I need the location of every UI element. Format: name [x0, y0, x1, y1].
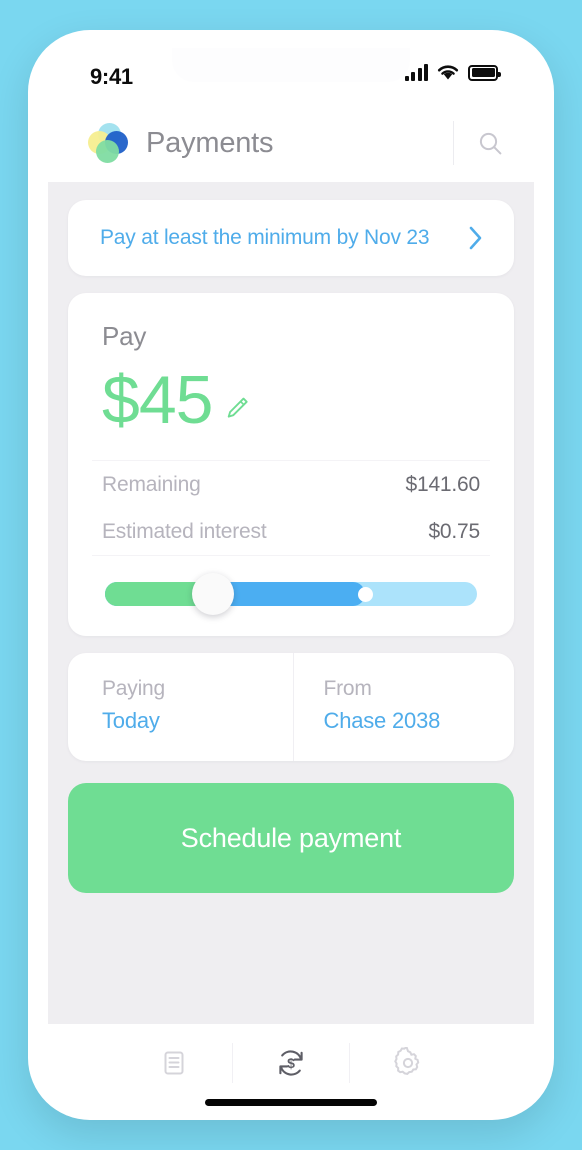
- phone-screen: 9:41 Payments Pay at least the minimum b…: [48, 48, 534, 1102]
- detail-value: $141.60: [405, 472, 480, 496]
- gear-icon: [394, 1047, 420, 1075]
- tab-statements[interactable]: [116, 1024, 232, 1102]
- schedule-payment-button[interactable]: Schedule payment: [68, 783, 514, 893]
- slider-handle[interactable]: [191, 573, 234, 615]
- svg-text:$: $: [287, 1055, 295, 1071]
- detail-value: $0.75: [428, 519, 480, 543]
- detail-label: Estimated interest: [102, 519, 267, 543]
- slider-track[interactable]: [105, 573, 477, 615]
- refresh-dollar-icon: $: [279, 1050, 303, 1076]
- pay-label: Pay: [102, 321, 147, 351]
- detail-row-remaining: Remaining $141.60: [68, 461, 514, 508]
- tab-payments[interactable]: $: [233, 1024, 349, 1102]
- battery-full-icon: [468, 64, 501, 81]
- meta-value: Chase 2038: [323, 708, 441, 733]
- bottom-tab-bar: $: [48, 1024, 534, 1102]
- payment-amount-slider[interactable]: [68, 556, 514, 636]
- tab-settings[interactable]: [350, 1024, 466, 1102]
- minimum-due-text: Pay at least the minimum by Nov 23: [100, 226, 430, 249]
- pay-card: Pay $45 Remaining $141.60 Estimated inte…: [68, 293, 514, 636]
- status-bar-icons: [404, 64, 501, 81]
- app-header: Payments: [48, 104, 534, 182]
- wifi-icon: [437, 65, 459, 80]
- from-account-selector[interactable]: From Chase 2038: [292, 653, 515, 761]
- home-indicator: [205, 1099, 377, 1106]
- document-lines-icon: [164, 1051, 184, 1075]
- detail-label: Remaining: [102, 472, 201, 496]
- status-bar-time: 9:41: [90, 64, 133, 89]
- brand-logo-icon: [88, 123, 128, 163]
- detail-row-estimated-interest: Estimated interest $0.75: [68, 508, 514, 555]
- page-title: Payments: [146, 126, 274, 159]
- minimum-due-banner[interactable]: Pay at least the minimum by Nov 23: [68, 200, 514, 276]
- payment-meta-card: Paying Today From Chase 2038: [68, 653, 514, 761]
- header-divider: [453, 121, 454, 165]
- paying-date-selector[interactable]: Paying Today: [68, 653, 293, 761]
- meta-label: Paying: [102, 677, 166, 700]
- meta-label: From: [323, 677, 372, 700]
- main-content: Pay at least the minimum by Nov 23 Pay $…: [48, 182, 534, 1024]
- search-icon: [479, 132, 501, 154]
- notch: [172, 48, 410, 82]
- chevron-right-icon: [469, 226, 482, 250]
- pay-amount-value: $45: [102, 362, 213, 438]
- slider-marker-dot: [357, 586, 373, 602]
- phone-frame: 9:41 Payments Pay at least the minimum b…: [28, 30, 554, 1120]
- meta-value: Today: [102, 708, 160, 733]
- pay-amount-row[interactable]: $45: [68, 352, 514, 460]
- cellular-bars-icon: [404, 64, 428, 81]
- search-button[interactable]: [466, 119, 514, 167]
- status-bar: 9:41: [48, 48, 534, 104]
- pencil-edit-icon[interactable]: [222, 393, 252, 423]
